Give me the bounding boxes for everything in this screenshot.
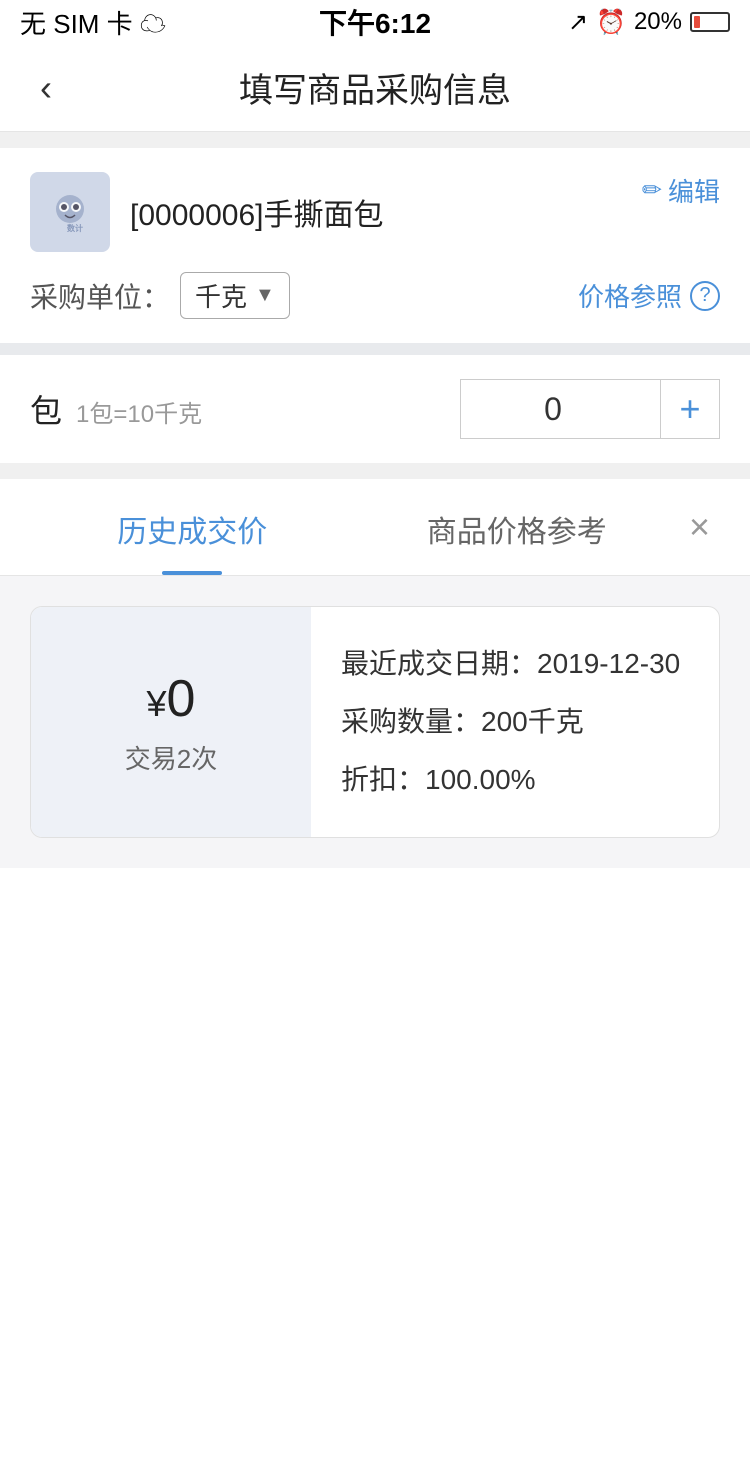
quantity-left: 包 1包=10千克 bbox=[30, 386, 202, 432]
divider bbox=[0, 343, 750, 355]
panel-content: ¥0 交易2次 最近成交日期：2019-12-30 采购数量：200千克 折扣：… bbox=[0, 576, 750, 868]
sim-signal: 无 SIM 卡 ☁ bbox=[20, 4, 166, 41]
quantity-conversion: 1包=10千克 bbox=[76, 394, 202, 429]
product-unit-row: 采购单位： 千克 ▼ 价格参照 ? bbox=[30, 272, 720, 319]
price-ref-label: 价格参照 bbox=[578, 277, 682, 314]
history-card: ¥0 交易2次 最近成交日期：2019-12-30 采购数量：200千克 折扣：… bbox=[30, 606, 720, 838]
alarm-icon: ⏰ bbox=[596, 8, 626, 37]
history-date-label: 最近成交日期： bbox=[341, 648, 537, 679]
history-price-number: 0 bbox=[167, 670, 196, 728]
edit-icon: ✏ bbox=[642, 176, 662, 205]
price-ref-button[interactable]: 价格参照 ? bbox=[578, 277, 720, 314]
panel-tabs: 历史成交价 商品价格参考 × bbox=[0, 479, 750, 576]
quantity-row: 包 1包=10千克 + bbox=[0, 355, 750, 463]
page-rest bbox=[0, 868, 750, 1468]
product-left: 数计 [0000006]手撕面包 bbox=[30, 172, 383, 252]
product-card: 数计 [0000006]手撕面包 ✏ 编辑 采购单位： 千克 ▼ 价格参照 ? bbox=[0, 148, 750, 343]
quantity-control: + bbox=[460, 379, 720, 439]
edit-label: 编辑 bbox=[668, 172, 720, 209]
status-time: 下午6:12 bbox=[319, 2, 431, 42]
history-qty-label: 采购数量： bbox=[341, 706, 481, 737]
product-name: [0000006]手撕面包 bbox=[130, 190, 383, 234]
unit-selector-group: 采购单位： 千克 ▼ bbox=[30, 272, 290, 319]
page-title: 填写商品采购信息 bbox=[239, 63, 511, 112]
currency-symbol: ¥ bbox=[147, 683, 167, 724]
nav-bar: ‹ 填写商品采购信息 bbox=[0, 44, 750, 132]
history-qty-row: 采购数量：200千克 bbox=[341, 701, 689, 743]
history-price-value: ¥0 bbox=[147, 669, 196, 729]
history-details: 最近成交日期：2019-12-30 采购数量：200千克 折扣：100.00% bbox=[311, 607, 719, 837]
back-button[interactable]: ‹ bbox=[30, 57, 62, 119]
product-image: 数计 bbox=[30, 172, 110, 252]
history-date-row: 最近成交日期：2019-12-30 bbox=[341, 643, 689, 685]
panel-close-button[interactable]: × bbox=[679, 496, 720, 558]
status-bar: 无 SIM 卡 ☁ 下午6:12 ↗ ⏰ 20% bbox=[0, 0, 750, 44]
quantity-plus-button[interactable]: + bbox=[660, 379, 720, 439]
unit-select[interactable]: 千克 ▼ bbox=[180, 272, 290, 319]
product-logo-icon: 数计 bbox=[45, 187, 95, 237]
battery-icon bbox=[690, 12, 730, 32]
unit-value: 千克 bbox=[195, 277, 247, 314]
svg-text:数计: 数计 bbox=[67, 223, 83, 233]
quantity-input[interactable] bbox=[460, 379, 660, 439]
tab-history-price-label: 历史成交价 bbox=[117, 516, 267, 549]
history-discount-row: 折扣：100.00% bbox=[341, 759, 689, 801]
history-price-summary: ¥0 交易2次 bbox=[31, 607, 311, 837]
location-icon: ↗ bbox=[568, 8, 588, 37]
history-discount-label: 折扣： bbox=[341, 764, 425, 795]
tab-product-price-ref-label: 商品价格参考 bbox=[427, 516, 607, 549]
history-qty-value: 200千克 bbox=[481, 706, 584, 737]
price-ref-help-icon: ? bbox=[690, 281, 720, 311]
edit-button[interactable]: ✏ 编辑 bbox=[642, 172, 720, 209]
tab-product-price-ref[interactable]: 商品价格参考 bbox=[354, 479, 678, 575]
tab-history-price[interactable]: 历史成交价 bbox=[30, 479, 354, 575]
history-discount-value: 100.00% bbox=[425, 764, 536, 795]
unit-label: 采购单位： bbox=[30, 276, 170, 316]
history-date-value: 2019-12-30 bbox=[537, 648, 680, 679]
battery-percent: 20% bbox=[634, 8, 682, 36]
status-right: ↗ ⏰ 20% bbox=[568, 8, 730, 37]
unit-dropdown-arrow-icon: ▼ bbox=[255, 284, 275, 307]
history-transaction-count: 交易2次 bbox=[125, 739, 217, 776]
product-header: 数计 [0000006]手撕面包 ✏ 编辑 bbox=[30, 172, 720, 252]
quantity-unit: 包 bbox=[30, 386, 62, 432]
status-left: 无 SIM 卡 ☁ bbox=[20, 4, 166, 41]
